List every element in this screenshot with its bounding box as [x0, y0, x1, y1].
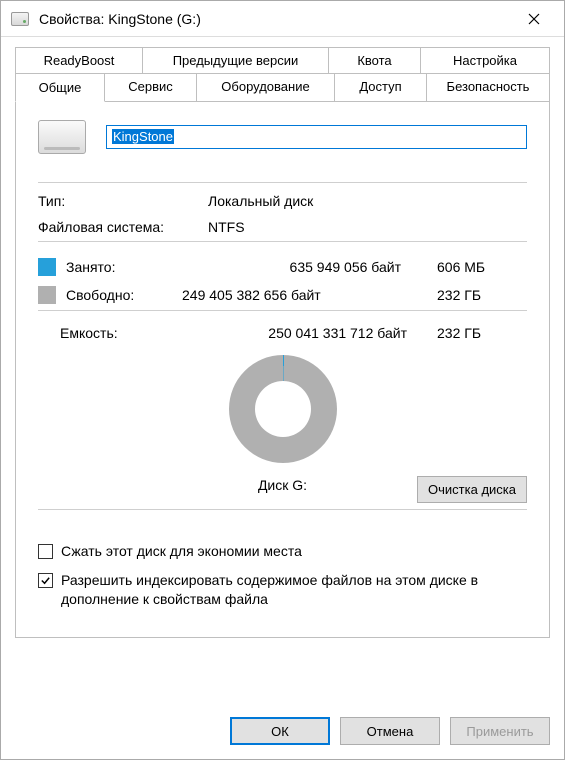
capacity-human: 232 ГБ — [437, 325, 527, 341]
capacity-row: Емкость: 250 041 331 712 байт 232 ГБ — [38, 325, 527, 341]
type-value: Локальный диск — [208, 193, 527, 209]
titlebar: Свойства: KingStone (G:) — [1, 1, 564, 37]
ok-button[interactable]: ОК — [230, 717, 330, 745]
cancel-button[interactable]: Отмена — [340, 717, 440, 745]
separator — [38, 310, 527, 311]
checkbox-icon — [38, 573, 53, 588]
close-button[interactable] — [512, 4, 556, 34]
index-checkbox[interactable]: Разрешить индексировать содержимое файло… — [38, 571, 527, 609]
drive-icon — [11, 12, 29, 26]
tab-security[interactable]: Безопасность — [427, 73, 550, 101]
tab-sharing[interactable]: Доступ — [335, 73, 427, 101]
used-swatch — [38, 258, 56, 276]
tab-previous-versions[interactable]: Предыдущие версии — [143, 47, 329, 74]
free-human: 232 ГБ — [437, 287, 527, 303]
options-block: Сжать этот диск для экономии места Разре… — [38, 542, 527, 619]
compress-checkbox[interactable]: Сжать этот диск для экономии места — [38, 542, 527, 561]
properties-window: Свойства: KingStone (G:) ReadyBoost Пред… — [0, 0, 565, 760]
used-human: 606 МБ — [437, 259, 527, 275]
volume-name-input[interactable]: KingStone — [106, 125, 527, 149]
usage-chart: Диск G: — [38, 355, 527, 493]
free-bytes: 249 405 382 656 байт — [182, 287, 431, 303]
compress-label: Сжать этот диск для экономии места — [61, 542, 302, 561]
free-label: Свободно: — [66, 287, 176, 303]
tab-customize[interactable]: Настройка — [421, 47, 550, 74]
fs-value: NTFS — [208, 219, 527, 235]
used-bytes: 635 949 056 байт — [182, 259, 431, 275]
used-label: Занято: — [66, 259, 176, 275]
separator — [38, 241, 527, 242]
client-area: ReadyBoost Предыдущие версии Квота Настр… — [1, 37, 564, 705]
fs-label: Файловая система: — [38, 219, 208, 235]
index-label: Разрешить индексировать содержимое файло… — [61, 571, 527, 609]
separator — [38, 509, 527, 510]
disk-label: Диск G: — [258, 477, 307, 493]
capacity-label: Емкость: — [60, 325, 170, 341]
tab-row-2: Общие Сервис Оборудование Доступ Безопас… — [15, 73, 550, 101]
drive-large-icon — [38, 120, 86, 154]
separator — [38, 182, 527, 183]
close-icon — [528, 13, 540, 25]
tabs: ReadyBoost Предыдущие версии Квота Настр… — [15, 47, 550, 638]
checkbox-icon — [38, 544, 53, 559]
dialog-footer: ОК Отмена Применить — [1, 705, 564, 759]
type-fs-grid: Тип: Локальный диск Файловая система: NT… — [38, 193, 527, 235]
disk-cleanup-button[interactable]: Очистка диска — [417, 476, 527, 503]
free-swatch — [38, 286, 56, 304]
capacity-bytes: 250 041 331 712 байт — [170, 325, 437, 341]
tab-tools[interactable]: Сервис — [105, 73, 197, 101]
tab-general[interactable]: Общие — [15, 73, 105, 102]
tab-panel-general: KingStone Тип: Локальный диск Файловая с… — [15, 101, 550, 638]
usage-block: Занято: 635 949 056 байт 606 МБ Свободно… — [38, 258, 527, 304]
tab-readyboost[interactable]: ReadyBoost — [15, 47, 143, 74]
tab-quota[interactable]: Квота — [329, 47, 421, 74]
apply-button[interactable]: Применить — [450, 717, 550, 745]
tab-row-1: ReadyBoost Предыдущие версии Квота Настр… — [15, 47, 550, 74]
tab-hardware[interactable]: Оборудование — [197, 73, 335, 101]
pie-chart-icon — [229, 355, 337, 463]
type-label: Тип: — [38, 193, 208, 209]
window-title: Свойства: KingStone (G:) — [39, 11, 512, 27]
